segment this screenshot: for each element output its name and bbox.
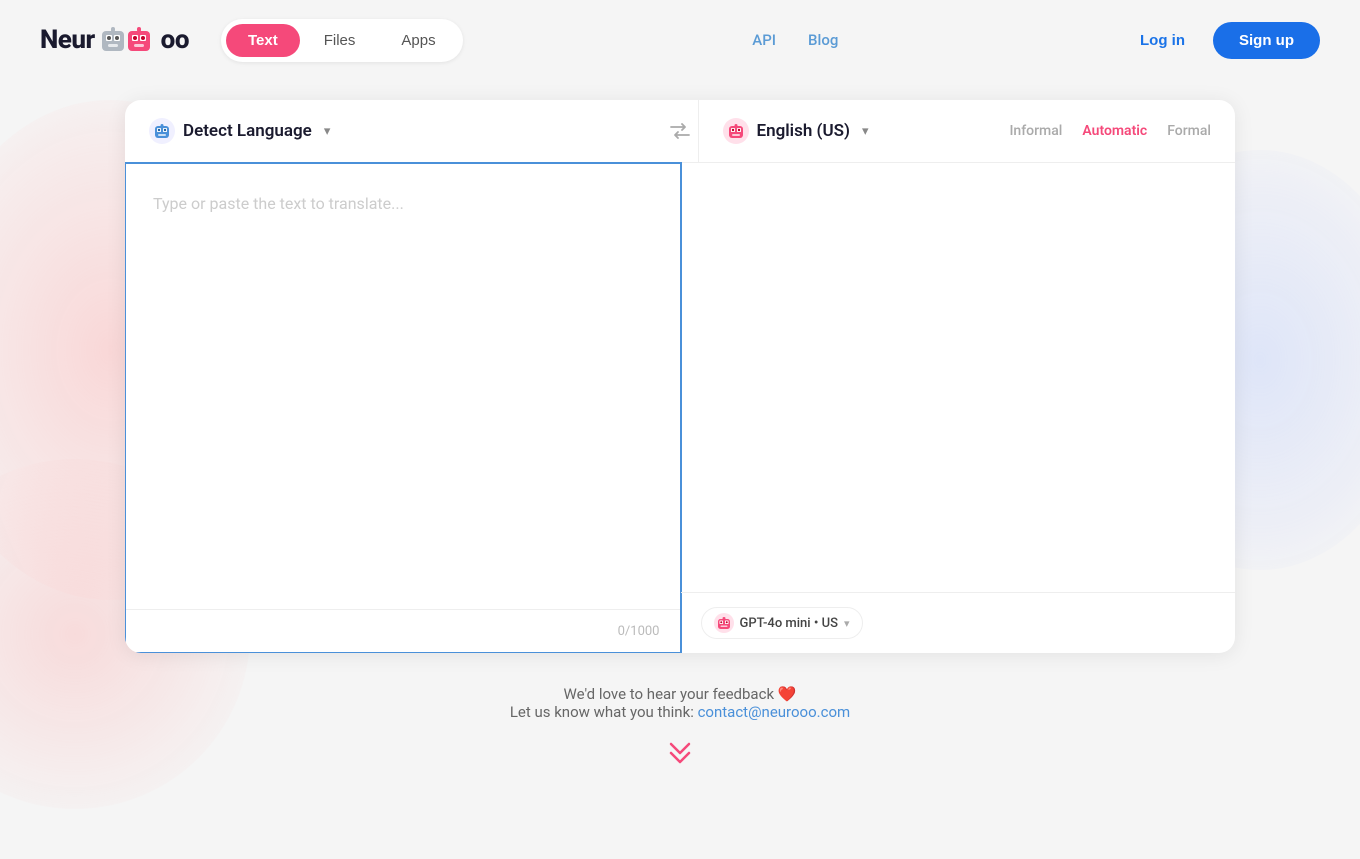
source-lang-icon xyxy=(149,118,175,144)
target-language-section: English (US) ▾ Informal Automatic Formal xyxy=(698,100,1236,162)
source-lang-chevron-icon: ▾ xyxy=(324,124,331,139)
language-bar: Detect Language ▾ xyxy=(125,100,1235,163)
tab-files[interactable]: Files xyxy=(302,24,378,57)
feedback-email[interactable]: contact@neurooo.com xyxy=(698,703,851,721)
scroll-down-icon[interactable] xyxy=(666,741,694,770)
feedback-section: We'd love to hear your feedback ❤️ Let u… xyxy=(510,685,850,721)
logo-robot-icon xyxy=(102,27,154,55)
tab-apps[interactable]: Apps xyxy=(379,24,457,57)
model-selector[interactable]: GPT-4o mini • US ▾ xyxy=(701,607,863,639)
robot-face-pink-icon xyxy=(729,124,743,138)
navbar: Neur oo xyxy=(0,0,1360,80)
source-panel-footer: 0/1000 xyxy=(125,609,680,653)
target-lang-icon xyxy=(723,118,749,144)
target-language-name: English (US) xyxy=(757,121,850,141)
double-chevron-down-icon xyxy=(666,741,694,765)
formality-informal[interactable]: Informal xyxy=(1009,123,1062,139)
source-language-name: Detect Language xyxy=(183,121,312,141)
translation-panels: 0/1000 xyxy=(125,163,1235,653)
model-chevron-icon: ▾ xyxy=(844,617,850,630)
target-lang-chevron-icon: ▾ xyxy=(862,124,869,139)
logo-text: Neur oo xyxy=(40,25,189,55)
model-icon xyxy=(714,613,734,633)
feedback-cta: Let us know what you think: contact@neur… xyxy=(510,703,850,721)
feedback-text: We'd love to hear your feedback ❤️ xyxy=(510,685,850,703)
model-label: GPT-4o mini • US xyxy=(740,616,839,631)
char-count: 0/1000 xyxy=(618,624,660,639)
target-panel-footer: GPT-4o mini • US ▾ xyxy=(681,592,1236,653)
nav-center: API Blog xyxy=(463,31,1128,49)
source-text-input[interactable] xyxy=(125,163,680,609)
target-panel: GPT-4o mini • US ▾ xyxy=(681,163,1236,653)
nav-link-blog[interactable]: Blog xyxy=(808,31,838,49)
target-language-selector[interactable]: English (US) ▾ xyxy=(723,118,869,144)
nav-link-api[interactable]: API xyxy=(752,31,776,49)
scroll-down-indicator xyxy=(666,741,694,770)
main-content: Detect Language ▾ xyxy=(0,80,1360,810)
source-language-selector[interactable]: Detect Language ▾ xyxy=(125,100,662,162)
signup-button[interactable]: Sign up xyxy=(1213,22,1320,59)
swap-icon xyxy=(669,122,691,140)
robot-face-blue-icon xyxy=(155,124,169,138)
tab-text[interactable]: Text xyxy=(226,24,300,57)
login-button[interactable]: Log in xyxy=(1128,24,1197,57)
model-robot-icon xyxy=(718,617,730,629)
formality-formal[interactable]: Formal xyxy=(1167,123,1211,139)
nav-tabs: Text Files Apps xyxy=(221,19,463,62)
formality-options: Informal Automatic Formal xyxy=(1009,123,1211,139)
nav-right: Log in Sign up xyxy=(1128,22,1320,59)
source-panel: 0/1000 xyxy=(125,163,681,653)
logo[interactable]: Neur oo xyxy=(40,25,189,55)
translate-card: Detect Language ▾ xyxy=(125,100,1235,653)
formality-automatic[interactable]: Automatic xyxy=(1082,123,1147,139)
swap-languages-button[interactable] xyxy=(662,113,698,149)
translation-output xyxy=(681,163,1236,592)
